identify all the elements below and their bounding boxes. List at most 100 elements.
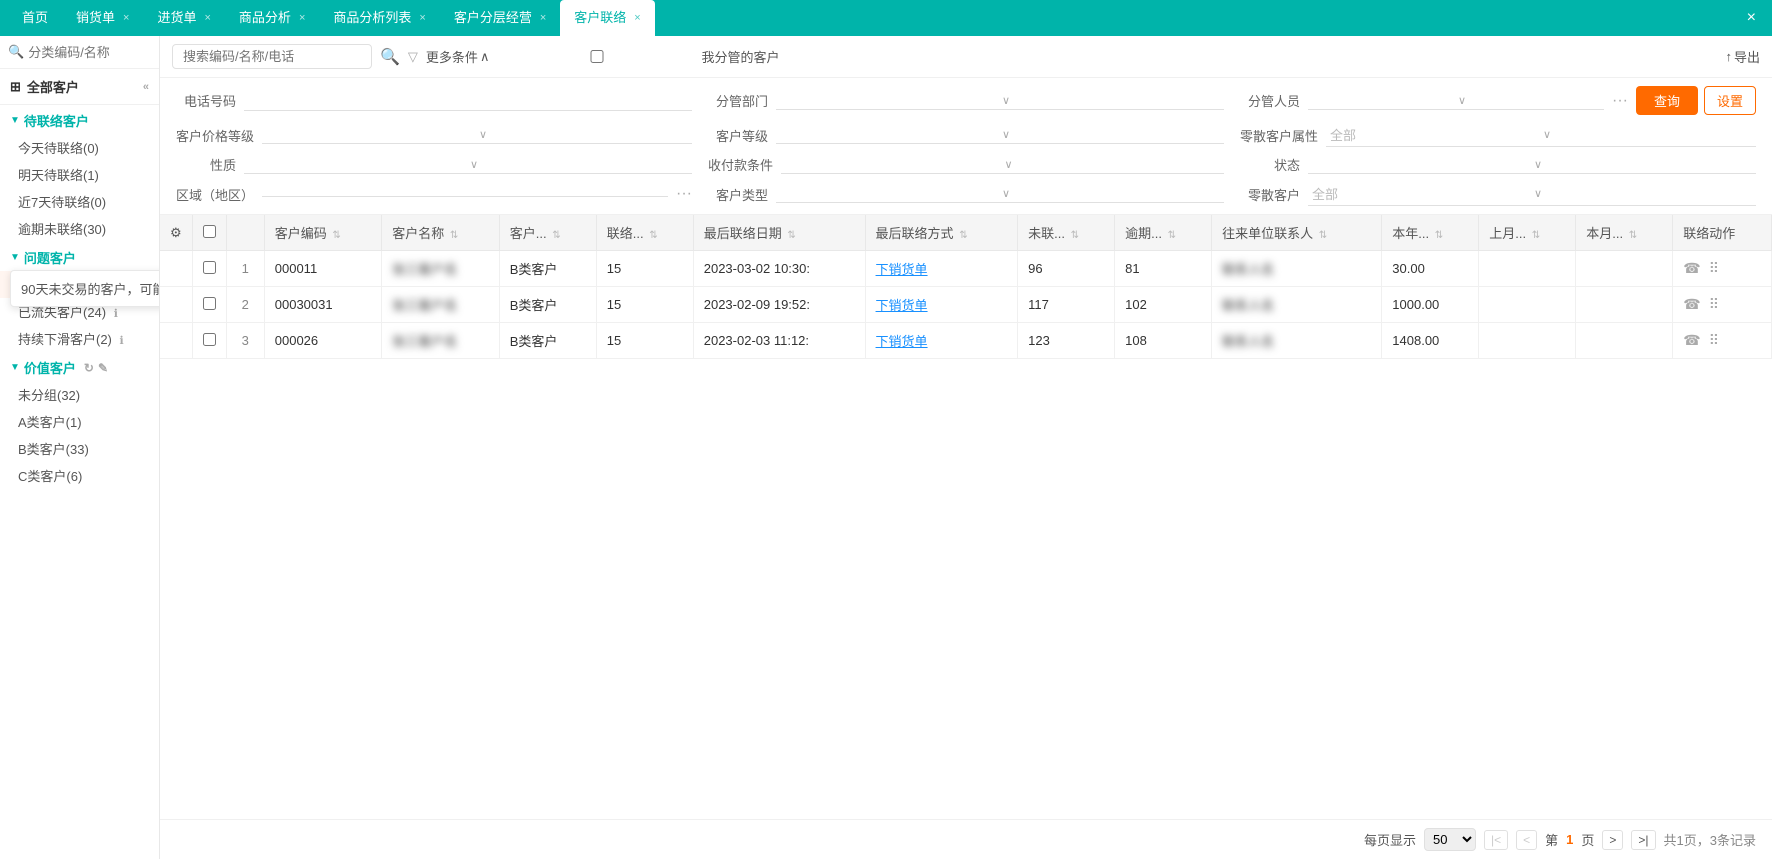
cell-checkbox[interactable]: [192, 251, 226, 287]
th-name[interactable]: 客户名称 ⇅: [382, 215, 499, 251]
area-select[interactable]: [262, 192, 668, 197]
sidebar-item-declining[interactable]: 持续下滑客户(2) ℹ: [0, 325, 159, 352]
sidebar-item-tomorrow[interactable]: 明天待联络(1): [0, 161, 159, 188]
sidebar-search-input[interactable]: [28, 45, 160, 60]
th-uncontacted[interactable]: 未联... ⇅: [1018, 215, 1115, 251]
zero-attr-select[interactable]: 全部 ∨: [1326, 123, 1756, 147]
th-checkbox[interactable]: [192, 215, 226, 251]
customer-type-select[interactable]: ∨: [776, 185, 1224, 203]
price-level-select[interactable]: ∨: [262, 126, 692, 144]
chevron-down-icon-9: ∨: [1002, 187, 1220, 200]
my-customers-checkbox[interactable]: [497, 50, 697, 63]
tab-product-analysis[interactable]: 商品分析 ×: [225, 0, 319, 36]
dept-select[interactable]: ∨: [776, 92, 1224, 110]
sidebar-item-class-b[interactable]: B类客户(33): [0, 435, 159, 462]
close-customer-contact-icon[interactable]: ×: [634, 0, 640, 36]
search-input[interactable]: [172, 44, 372, 69]
nature-select[interactable]: ∨: [244, 156, 692, 174]
sidebar-item-7days[interactable]: 近7天待联络(0): [0, 188, 159, 215]
sidebar-item-ungrouped[interactable]: 未分组(32): [0, 381, 159, 408]
table-row: 3 000026 张三客户名 B类客户 15 2023-02-03 11:12:…: [160, 323, 1772, 359]
tab-product-list[interactable]: 商品分析列表 ×: [319, 0, 439, 36]
action-more-icon[interactable]: ⠿: [1709, 260, 1719, 277]
section-problem-customers[interactable]: ▼ 问题客户: [0, 242, 159, 271]
close-purchase-icon[interactable]: ×: [204, 0, 210, 36]
tab-home[interactable]: 首页: [8, 0, 62, 36]
row-checkbox[interactable]: [203, 297, 216, 310]
th-type[interactable]: 客户... ⇅: [499, 215, 596, 251]
close-product-list-icon[interactable]: ×: [419, 0, 425, 36]
th-last-month[interactable]: 上月... ⇅: [1479, 215, 1576, 251]
phone-input[interactable]: [244, 91, 692, 111]
filter-row-customer-level: 客户等级 ∨: [708, 123, 1224, 147]
tab-sales[interactable]: 销货单 ×: [62, 0, 143, 36]
filter-row-price-level: 客户价格等级 ∨: [176, 123, 692, 147]
export-button[interactable]: ↑ 导出: [1725, 47, 1760, 66]
tab-customer-tier[interactable]: 客户分层经营 ×: [440, 0, 560, 36]
cell-last-method[interactable]: 下销货单: [865, 323, 1018, 359]
close-customer-tier-icon[interactable]: ×: [540, 0, 546, 36]
more-conditions-button[interactable]: 更多条件 ∧: [426, 47, 490, 66]
sidebar-all-customers[interactable]: ⊞ 全部客户 «: [0, 69, 159, 105]
row-checkbox[interactable]: [203, 333, 216, 346]
search-button[interactable]: 🔍: [380, 47, 400, 67]
th-this-month[interactable]: 本月... ⇅: [1576, 215, 1673, 251]
zero-customer-select[interactable]: 全部 ∨: [1308, 182, 1756, 206]
section-pending-contact[interactable]: ▼ 待联络客户: [0, 105, 159, 134]
th-this-year[interactable]: 本年... ⇅: [1382, 215, 1479, 251]
sidebar-item-class-c[interactable]: C类客户(6): [0, 462, 159, 489]
sidebar-item-overdue-contact[interactable]: 逾期未联络(30): [0, 215, 159, 242]
toolbar: 🔍 ▽ 更多条件 ∧ 我分管的客户 ↑ 导出: [160, 36, 1772, 78]
close-sales-icon[interactable]: ×: [123, 0, 129, 36]
cell-last-method[interactable]: 下销货单: [865, 251, 1018, 287]
action-more-icon[interactable]: ⠿: [1709, 332, 1719, 349]
filter-row-dept: 分管部门 ∨: [708, 86, 1224, 115]
section-value-customers[interactable]: ▼ 价值客户 ↻ ✎: [0, 352, 159, 381]
th-code[interactable]: 客户编码 ⇅: [264, 215, 381, 251]
customer-level-select[interactable]: ∨: [776, 126, 1224, 144]
chevron-down-icon-2: ∨: [1458, 94, 1600, 107]
th-unit-contact[interactable]: 往来单位联系人 ⇅: [1212, 215, 1382, 251]
query-button[interactable]: 查询: [1636, 86, 1698, 115]
area-more-icon[interactable]: ···: [676, 185, 692, 203]
sidebar-item-today[interactable]: 今天待联络(0): [0, 134, 159, 161]
cell-checkbox[interactable]: [192, 323, 226, 359]
th-contact[interactable]: 联络... ⇅: [596, 215, 693, 251]
next-page-button[interactable]: >: [1602, 830, 1623, 850]
th-last-method[interactable]: 最后联络方式 ⇅: [865, 215, 1018, 251]
cell-index: 2: [226, 287, 264, 323]
person-more-icon[interactable]: ···: [1612, 92, 1628, 110]
payment-select[interactable]: ∨: [781, 156, 1224, 174]
action-phone-icon[interactable]: ☎: [1683, 332, 1700, 349]
global-close-button[interactable]: ×: [1739, 9, 1764, 27]
edit-icon[interactable]: ✎: [98, 361, 108, 375]
settings-button[interactable]: 设置: [1704, 86, 1756, 115]
my-customers-checkbox-label[interactable]: 我分管的客户: [497, 47, 779, 66]
cell-checkbox[interactable]: [192, 287, 226, 323]
status-select[interactable]: ∨: [1308, 156, 1756, 174]
person-select[interactable]: ∨: [1308, 92, 1604, 110]
first-page-button[interactable]: |<: [1484, 830, 1508, 850]
th-overdue[interactable]: 逾期... ⇅: [1115, 215, 1212, 251]
action-phone-icon[interactable]: ☎: [1683, 296, 1700, 313]
cell-last-method[interactable]: 下销货单: [865, 287, 1018, 323]
last-page-button[interactable]: >|: [1631, 830, 1655, 850]
tab-customer-contact[interactable]: 客户联络 ×: [560, 0, 654, 36]
refresh-icon[interactable]: ↻: [84, 361, 94, 375]
th-last-date[interactable]: 最后联络日期 ⇅: [693, 215, 865, 251]
tab-purchase[interactable]: 进货单 ×: [143, 0, 224, 36]
sort-icon-overdue: ⇅: [1168, 230, 1176, 241]
chevron-down-icon-8: ∨: [1534, 158, 1752, 171]
action-phone-icon[interactable]: ☎: [1683, 260, 1700, 277]
per-page-select[interactable]: 50 100 200: [1424, 828, 1476, 851]
sidebar-item-class-a[interactable]: A类客户(1): [0, 408, 159, 435]
select-all-checkbox[interactable]: [203, 225, 216, 238]
th-settings[interactable]: ⚙: [160, 215, 192, 251]
tooltip-problem-customers: 90天未交易的客户，可能有流失风险。: [10, 270, 160, 307]
prev-page-button[interactable]: <: [1516, 830, 1537, 850]
row-checkbox[interactable]: [203, 261, 216, 274]
action-more-icon[interactable]: ⠿: [1709, 296, 1719, 313]
cell-overdue: 81: [1115, 251, 1212, 287]
table-header-row: ⚙ 客户编码 ⇅ 客户名称 ⇅ 客户... ⇅: [160, 215, 1772, 251]
close-product-analysis-icon[interactable]: ×: [299, 0, 305, 36]
